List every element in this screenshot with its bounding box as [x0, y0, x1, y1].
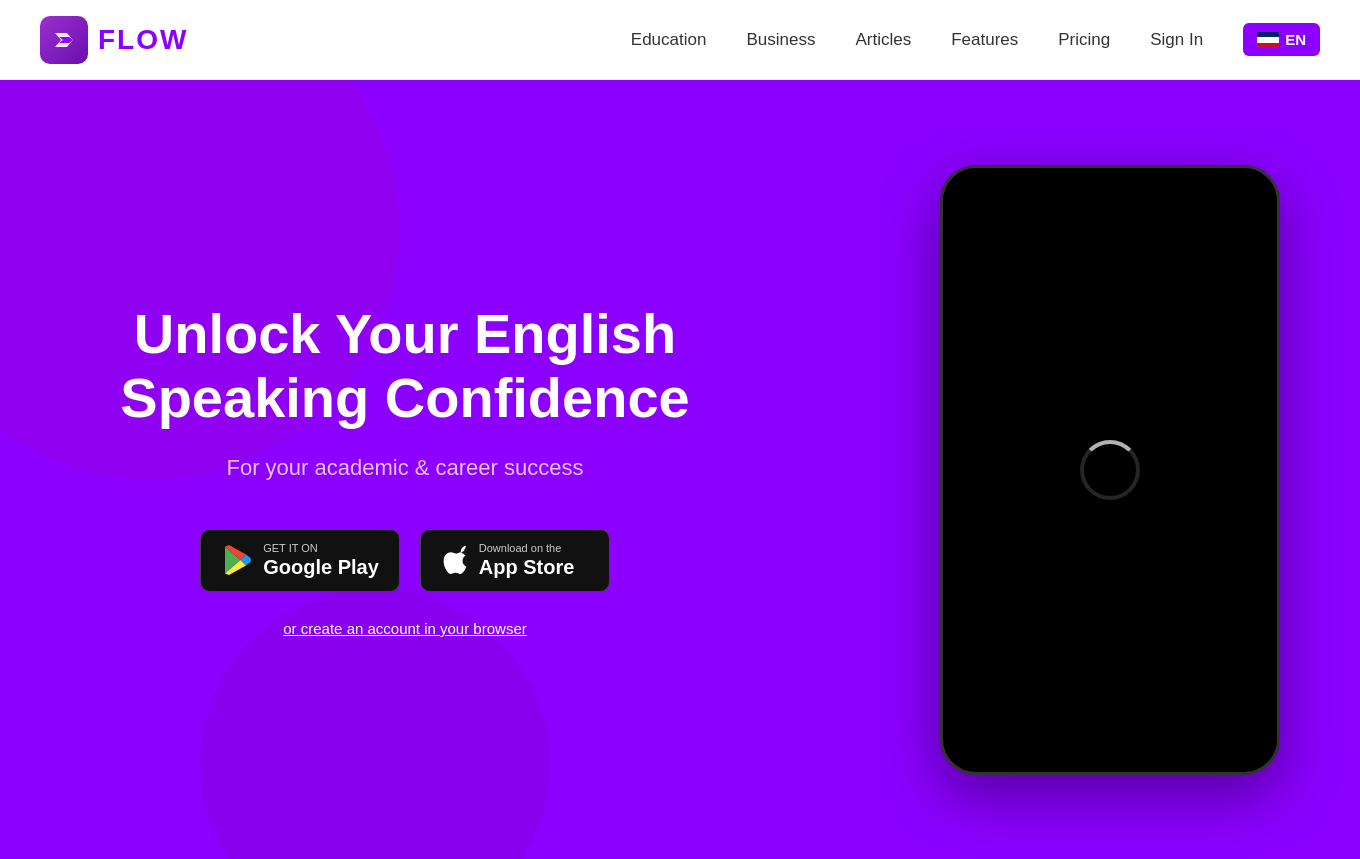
logo-text: FLOW	[98, 24, 188, 56]
logo[interactable]: FLOW	[40, 16, 188, 64]
logo-icon	[40, 16, 88, 64]
google-play-text: GET IT ON Google Play	[263, 542, 379, 579]
browser-link[interactable]: or create an account in your browser	[80, 620, 730, 637]
main-nav: Education Business Articles Features Pri…	[631, 23, 1320, 56]
header: FLOW Education Business Articles Feature…	[0, 0, 1360, 80]
nav-education[interactable]: Education	[631, 30, 707, 50]
nav-features[interactable]: Features	[951, 30, 1018, 50]
hero-content: Unlock Your English Speaking Confidence …	[80, 302, 730, 637]
loading-spinner	[1080, 440, 1140, 500]
phone-mockup-container	[940, 165, 1280, 775]
app-store-button[interactable]: Download on the App Store	[420, 529, 610, 592]
nav-business[interactable]: Business	[746, 30, 815, 50]
app-store-text: Download on the App Store	[479, 542, 575, 579]
apple-icon	[441, 546, 469, 574]
phone-notch	[1060, 180, 1160, 204]
lang-label: EN	[1285, 31, 1306, 48]
nav-pricing[interactable]: Pricing	[1058, 30, 1110, 50]
language-button[interactable]: EN	[1243, 23, 1320, 56]
phone-mockup	[940, 165, 1280, 775]
uk-flag-icon	[1257, 32, 1279, 48]
sign-in-button[interactable]: Sign In	[1150, 30, 1203, 50]
google-play-icon	[221, 544, 253, 576]
hero-title: Unlock Your English Speaking Confidence	[80, 302, 730, 431]
hero-section: Unlock Your English Speaking Confidence …	[0, 80, 1360, 859]
google-play-button[interactable]: GET IT ON Google Play	[200, 529, 400, 592]
nav-articles[interactable]: Articles	[855, 30, 911, 50]
store-buttons: GET IT ON Google Play Download on the Ap…	[80, 529, 730, 592]
hero-subtitle: For your academic & career success	[80, 455, 730, 481]
